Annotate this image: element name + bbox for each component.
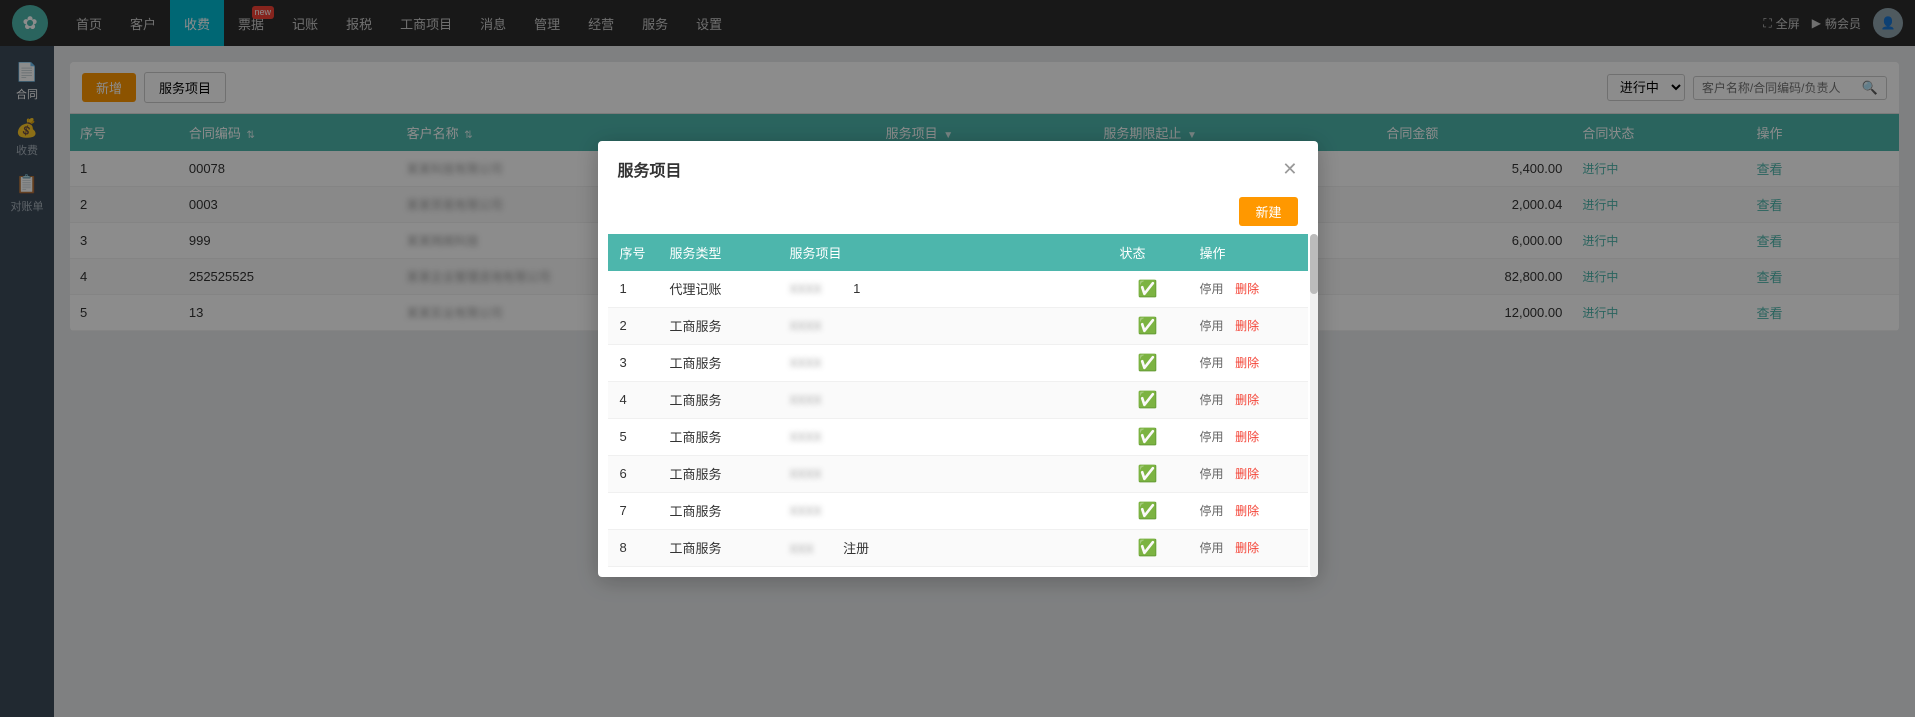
delete-button[interactable]: 删除: [1235, 356, 1259, 370]
modal-cell-item: XXXX 1: [778, 271, 1108, 308]
modal-cell-status: ✅: [1108, 307, 1188, 344]
modal-cell-actions: 停用 删除: [1188, 381, 1308, 418]
modal-th-seq: 序号: [608, 234, 658, 271]
modal-cell-type: 工商服务: [658, 418, 778, 455]
modal-table-row: 3 工商服务 XXXX ✅ 停用 删除: [608, 344, 1308, 381]
modal-cell-type: 工商服务: [658, 455, 778, 492]
modal-cell-actions: 停用 删除: [1188, 418, 1308, 455]
status-check-icon: ✅: [1138, 318, 1158, 335]
stop-button[interactable]: 停用: [1200, 467, 1224, 481]
modal-cell-actions: 停用 删除: [1188, 307, 1308, 344]
modal-table-row: 6 工商服务 XXXX ✅ 停用 删除: [608, 455, 1308, 492]
modal-table-row: 4 工商服务 XXXX ✅ 停用 删除: [608, 381, 1308, 418]
delete-button[interactable]: 删除: [1235, 319, 1259, 333]
modal-cell-type: 工商服务: [658, 381, 778, 418]
modal-cell-item: XXXX: [778, 307, 1108, 344]
modal-cell-item: XXXX: [778, 381, 1108, 418]
modal-cell-status: ✅: [1108, 418, 1188, 455]
modal-cell-actions: 停用 删除: [1188, 455, 1308, 492]
modal-cell-status: ✅: [1108, 455, 1188, 492]
modal-cell-status: ✅: [1108, 381, 1188, 418]
modal-cell-status: ✅: [1108, 492, 1188, 529]
modal-title: 服务项目: [618, 157, 682, 181]
modal-cell-type: 工商服务: [658, 529, 778, 566]
modal-cell-item: XXXX: [778, 418, 1108, 455]
modal-cell-seq: 7: [608, 492, 658, 529]
stop-button[interactable]: 停用: [1200, 319, 1224, 333]
delete-button[interactable]: 删除: [1235, 282, 1259, 296]
stop-button[interactable]: 停用: [1200, 282, 1224, 296]
service-modal: 服务项目 ✕ 新建 序号 服务类型 服务项目 状态 操作 1 代理记账 XXXX…: [598, 141, 1318, 577]
status-check-icon: ✅: [1138, 355, 1158, 372]
modal-table-row: 2 工商服务 XXXX ✅ 停用 删除: [608, 307, 1308, 344]
modal-table-row: 8 工商服务 XXX 注册 ✅ 停用 删除: [608, 529, 1308, 566]
stop-button[interactable]: 停用: [1200, 393, 1224, 407]
modal-table-row: 7 工商服务 XXXX ✅ 停用 删除: [608, 492, 1308, 529]
status-check-icon: ✅: [1138, 503, 1158, 520]
modal-cell-seq: 5: [608, 418, 658, 455]
stop-button[interactable]: 停用: [1200, 430, 1224, 444]
status-check-icon: ✅: [1138, 281, 1158, 298]
modal-table-wrap: 序号 服务类型 服务项目 状态 操作 1 代理记账 XXXX 1 ✅ 停用 删除…: [598, 234, 1318, 577]
scrollbar-track: [1310, 234, 1318, 577]
modal-toolbar: 新建: [598, 189, 1318, 234]
modal-cell-type: 工商服务: [658, 492, 778, 529]
modal-cell-actions: 停用 删除: [1188, 492, 1308, 529]
modal-cell-seq: 8: [608, 529, 658, 566]
status-check-icon: ✅: [1138, 392, 1158, 409]
modal-th-item: 服务项目: [778, 234, 1108, 271]
stop-button[interactable]: 停用: [1200, 504, 1224, 518]
delete-button[interactable]: 删除: [1235, 504, 1259, 518]
modal-cell-item: XXX 注册: [778, 529, 1108, 566]
modal-cell-status: ✅: [1108, 344, 1188, 381]
modal-cell-status: ✅: [1108, 529, 1188, 566]
modal-table-row: 5 工商服务 XXXX ✅ 停用 删除: [608, 418, 1308, 455]
scroll-thumb[interactable]: [1310, 234, 1318, 294]
modal-header: 服务项目 ✕: [598, 141, 1318, 189]
modal-cell-seq: 4: [608, 381, 658, 418]
modal-cell-seq: 3: [608, 344, 658, 381]
modal-cell-item: XXXX: [778, 344, 1108, 381]
modal-cell-seq: 6: [608, 455, 658, 492]
modal-th-type: 服务类型: [658, 234, 778, 271]
delete-button[interactable]: 删除: [1235, 467, 1259, 481]
status-check-icon: ✅: [1138, 466, 1158, 483]
modal-cell-type: 工商服务: [658, 344, 778, 381]
delete-button[interactable]: 删除: [1235, 393, 1259, 407]
modal-cell-type: 工商服务: [658, 307, 778, 344]
delete-button[interactable]: 删除: [1235, 430, 1259, 444]
modal-cell-actions: 停用 删除: [1188, 271, 1308, 308]
modal-cell-type: 代理记账: [658, 271, 778, 308]
delete-button[interactable]: 删除: [1235, 541, 1259, 555]
service-table: 序号 服务类型 服务项目 状态 操作 1 代理记账 XXXX 1 ✅ 停用 删除…: [608, 234, 1308, 567]
modal-th-action: 操作: [1188, 234, 1308, 271]
modal-cell-actions: 停用 删除: [1188, 529, 1308, 566]
status-check-icon: ✅: [1138, 540, 1158, 557]
stop-button[interactable]: 停用: [1200, 541, 1224, 555]
modal-new-button[interactable]: 新建: [1239, 197, 1297, 226]
modal-cell-item: XXXX: [778, 492, 1108, 529]
stop-button[interactable]: 停用: [1200, 356, 1224, 370]
modal-cell-seq: 2: [608, 307, 658, 344]
modal-th-status: 状态: [1108, 234, 1188, 271]
modal-cell-seq: 1: [608, 271, 658, 308]
modal-table-row: 1 代理记账 XXXX 1 ✅ 停用 删除: [608, 271, 1308, 308]
modal-close-button[interactable]: ✕: [1282, 160, 1297, 178]
status-check-icon: ✅: [1138, 429, 1158, 446]
modal-cell-actions: 停用 删除: [1188, 344, 1308, 381]
modal-cell-status: ✅: [1108, 271, 1188, 308]
modal-cell-item: XXXX: [778, 455, 1108, 492]
